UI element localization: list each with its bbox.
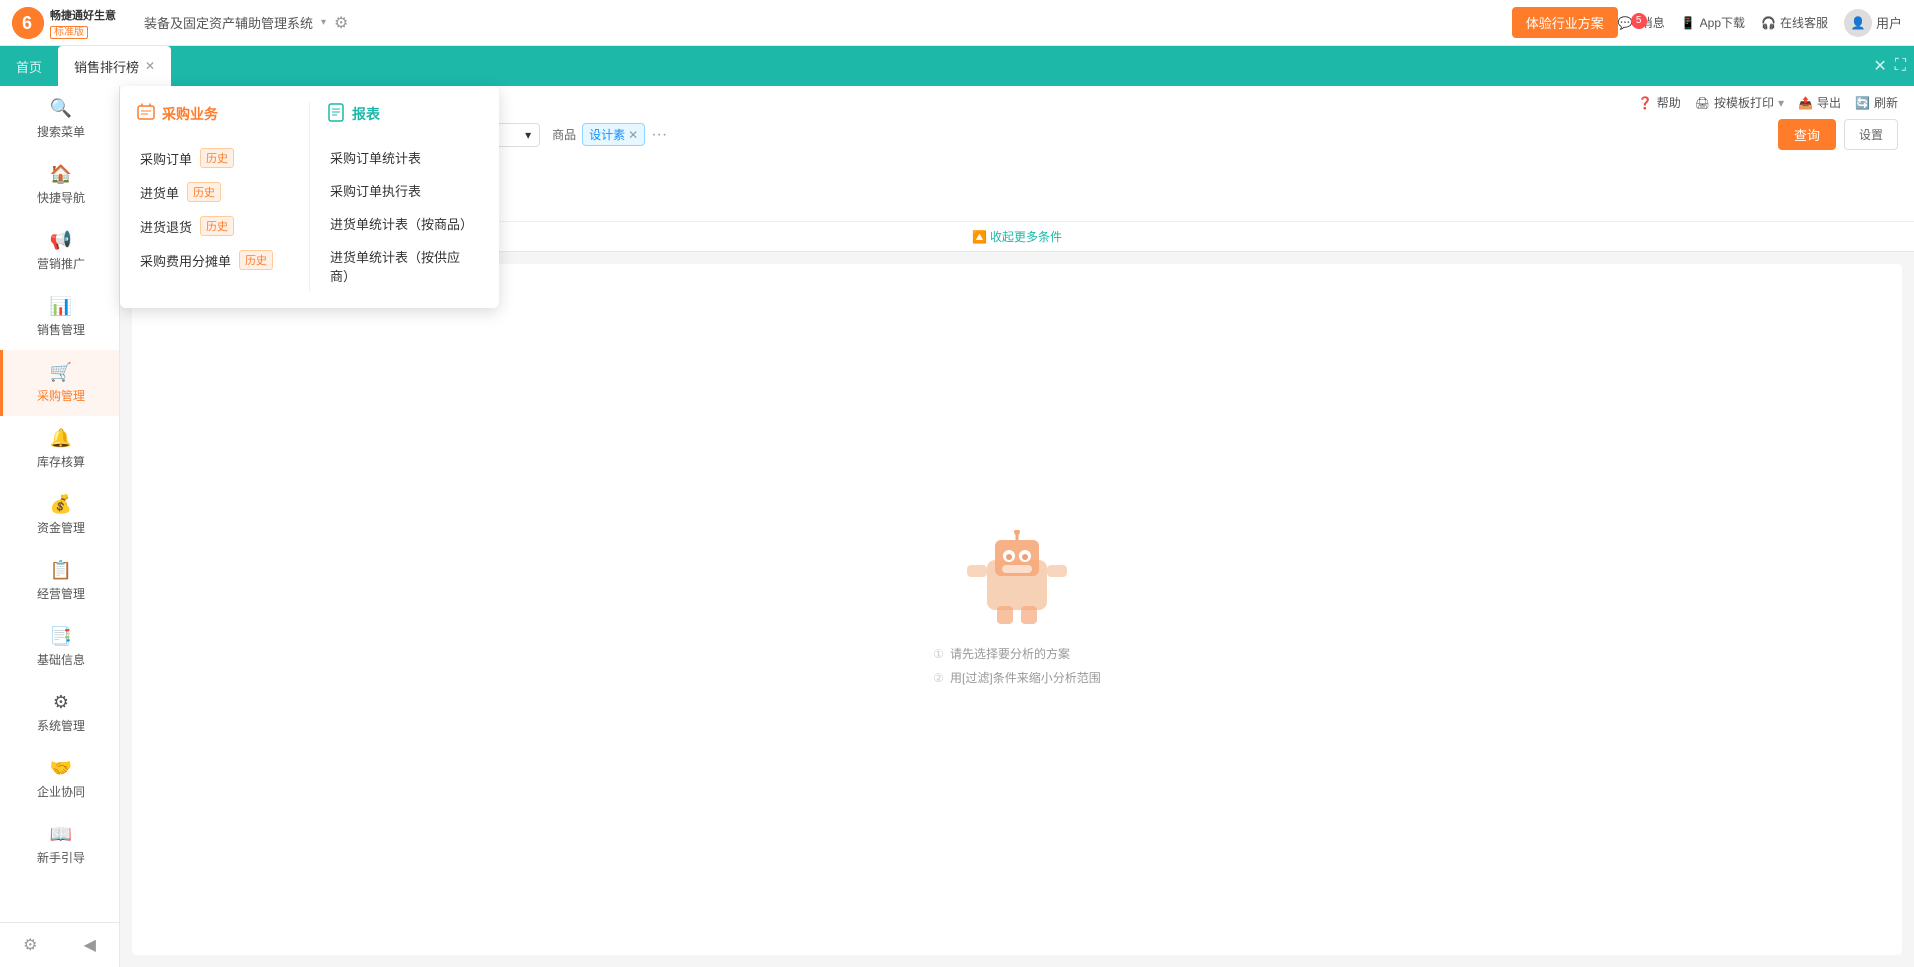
- export-icon: 📤: [1798, 96, 1813, 110]
- sidebar-item-marketing[interactable]: 📢 营销推广: [0, 218, 119, 284]
- tab-sales-rank[interactable]: 销售排行榜 ✕: [58, 46, 171, 86]
- guide-icon: 📖: [50, 824, 72, 845]
- menu-item-report-order-exec[interactable]: 采购订单执行表: [326, 174, 483, 207]
- online-service-button[interactable]: 🎧 在线客服: [1761, 14, 1828, 31]
- search-icon: 🔍: [50, 98, 72, 119]
- purchase-icon: 🛒: [50, 362, 72, 383]
- settings-button[interactable]: 设置: [1844, 119, 1898, 150]
- print-icon: 🖨: [1695, 96, 1710, 110]
- report-section-icon: [326, 102, 346, 125]
- history-tag-4: 历史: [239, 250, 273, 270]
- menu-item-report-stock-by-supplier[interactable]: 进货单统计表（按供应商）: [326, 240, 483, 292]
- collapse-chevron-icon: 🔼: [972, 230, 987, 244]
- sidebar: 🔍 搜索菜单 🏠 快捷导航 📢 营销推广 📊 销售管理 🛒 采购管理 🔔 库存核…: [0, 86, 120, 967]
- tab-home[interactable]: 首页: [0, 46, 58, 86]
- sidebar-item-inventory[interactable]: 🔔 库存核算: [0, 416, 119, 482]
- menu-item-return[interactable]: 进货退货 历史: [136, 209, 293, 243]
- tab-close-icon[interactable]: ✕: [145, 59, 155, 73]
- close-all-icon[interactable]: ✕: [1873, 56, 1886, 76]
- goods-filter-group: 商品 设计素 ✕ ···: [552, 123, 667, 146]
- header-right: 💬 5 消息 📱 App下载 🎧 在线客服 👤 用户: [1618, 9, 1902, 37]
- history-tag-2: 历史: [187, 182, 221, 202]
- menu-item-purchase-order[interactable]: 采购订单 历史: [136, 141, 293, 175]
- industry-button[interactable]: 体验行业方案: [1512, 7, 1618, 38]
- messages-badge: 5: [1631, 13, 1647, 29]
- goods-tag: 设计素 ✕: [582, 123, 645, 146]
- basic-info-icon: 📑: [50, 626, 72, 647]
- sidebar-item-guide[interactable]: 📖 新手引导: [0, 812, 119, 878]
- export-button[interactable]: 📤 导出: [1798, 94, 1841, 111]
- settings-icon[interactable]: ⚙: [334, 13, 348, 33]
- logo-icon: 6: [12, 7, 44, 39]
- sidebar-item-system[interactable]: ⚙ 系统管理: [0, 680, 119, 746]
- avatar: 👤: [1844, 9, 1872, 37]
- menu-item-stock-in[interactable]: 进货单 历史: [136, 175, 293, 209]
- tip2-bullet: ②: [933, 666, 944, 690]
- purchase-dropdown-menu: 采购业务 采购订单 历史 进货单 历史 进货退货 历史 采购费用分摊单 历史: [120, 86, 499, 308]
- report-section: 报表 采购订单统计表 采购订单执行表 进货单统计表（按商品） 进货单统计表（按供…: [309, 102, 483, 292]
- finance-icon: 💰: [50, 494, 72, 515]
- sidebar-item-finance[interactable]: 💰 资金管理: [0, 482, 119, 548]
- operations-icon: 📋: [50, 560, 72, 581]
- tab-bar: 首页 销售排行榜 ✕ ✕ ⛶: [0, 46, 1914, 86]
- expand-icon[interactable]: ⛶: [1895, 57, 1906, 75]
- menu-item-report-order-stats[interactable]: 采购订单统计表: [326, 141, 483, 174]
- sidebar-item-operations[interactable]: 📋 经营管理: [0, 548, 119, 614]
- purchase-section: 采购业务 采购订单 历史 进货单 历史 进货退货 历史 采购费用分摊单 历史: [136, 102, 293, 292]
- menu-item-expense[interactable]: 采购费用分摊单 历史: [136, 243, 293, 277]
- phone-icon: 📱: [1681, 16, 1696, 30]
- tip1-bullet: ①: [933, 642, 944, 666]
- headset-icon: 🎧: [1761, 16, 1776, 30]
- print-button[interactable]: 🖨 按模板打印 ▾: [1695, 94, 1784, 111]
- user-button[interactable]: 👤 用户: [1844, 9, 1902, 37]
- select-arrow-icon: ▾: [525, 128, 531, 142]
- refresh-icon: 🔄: [1855, 96, 1870, 110]
- history-tag-1: 历史: [200, 148, 234, 168]
- history-tag-3: 历史: [200, 216, 234, 236]
- sidebar-bottom: ⚙ ◀: [0, 922, 119, 967]
- collaboration-icon: 🤝: [50, 758, 72, 779]
- system-title-area: 装备及固定资产辅助管理系统 ▾ ⚙: [144, 13, 1504, 33]
- sidebar-item-search[interactable]: 🔍 搜索菜单: [0, 86, 119, 152]
- sidebar-item-collaboration[interactable]: 🤝 企业协同: [0, 746, 119, 812]
- system-dropdown-arrow[interactable]: ▾: [321, 17, 326, 28]
- system-icon: ⚙: [53, 692, 69, 713]
- sidebar-item-basic-info[interactable]: 📑 基础信息: [0, 614, 119, 680]
- collapse-button[interactable]: 🔼 收起更多条件: [972, 228, 1062, 245]
- logo-area: 6 畅捷通好生意 标准版: [12, 7, 132, 39]
- report-section-title: 报表: [326, 102, 483, 131]
- sidebar-item-quicknav[interactable]: 🏠 快捷导航: [0, 152, 119, 218]
- help-icon: ❓: [1638, 96, 1653, 110]
- app-download-button[interactable]: 📱 App下载: [1681, 14, 1745, 31]
- svg-text:6: 6: [22, 13, 32, 33]
- logo-text: 畅捷通好生意 标准版: [50, 7, 116, 38]
- help-button[interactable]: ❓ 帮助: [1638, 94, 1681, 111]
- top-header: 6 畅捷通好生意 标准版 装备及固定资产辅助管理系统 ▾ ⚙ 体验行业方案 💬 …: [0, 0, 1914, 46]
- empty-illustration: [957, 530, 1077, 630]
- filter-action-buttons: 查询 设置: [1778, 119, 1898, 150]
- tab-bar-right: ✕ ⛶: [1873, 56, 1914, 76]
- query-button[interactable]: 查询: [1778, 119, 1836, 150]
- empty-state: ① 请先选择要分析的方案 ② 用[过滤]条件来缩小分析范围: [132, 264, 1902, 955]
- inventory-icon: 🔔: [50, 428, 72, 449]
- goods-tag-close[interactable]: ✕: [628, 128, 638, 142]
- sidebar-item-purchase[interactable]: 🛒 采购管理: [0, 350, 119, 416]
- purchase-section-icon: [136, 102, 156, 125]
- marketing-icon: 📢: [50, 230, 72, 251]
- goods-more-btn[interactable]: ···: [651, 126, 667, 144]
- empty-tips: ① 请先选择要分析的方案 ② 用[过滤]条件来缩小分析范围: [933, 642, 1100, 690]
- sidebar-collapse-button[interactable]: ◀: [84, 935, 96, 955]
- refresh-button[interactable]: 🔄 刷新: [1855, 94, 1898, 111]
- system-title-text: 装备及固定资产辅助管理系统: [144, 13, 313, 32]
- goods-label: 商品: [552, 126, 576, 143]
- purchase-section-title: 采购业务: [136, 102, 293, 131]
- sales-icon: 📊: [50, 296, 72, 317]
- sidebar-settings-button[interactable]: ⚙: [23, 935, 37, 955]
- menu-item-report-stock-by-goods[interactable]: 进货单统计表（按商品）: [326, 207, 483, 240]
- sidebar-item-sales[interactable]: 📊 销售管理: [0, 284, 119, 350]
- home-icon: 🏠: [50, 164, 72, 185]
- messages-button[interactable]: 💬 5 消息: [1618, 14, 1665, 31]
- print-dropdown-icon[interactable]: ▾: [1778, 96, 1784, 110]
- toolbar-buttons: ❓ 帮助 🖨 按模板打印 ▾ 📤 导出 🔄 刷新: [1638, 94, 1898, 111]
